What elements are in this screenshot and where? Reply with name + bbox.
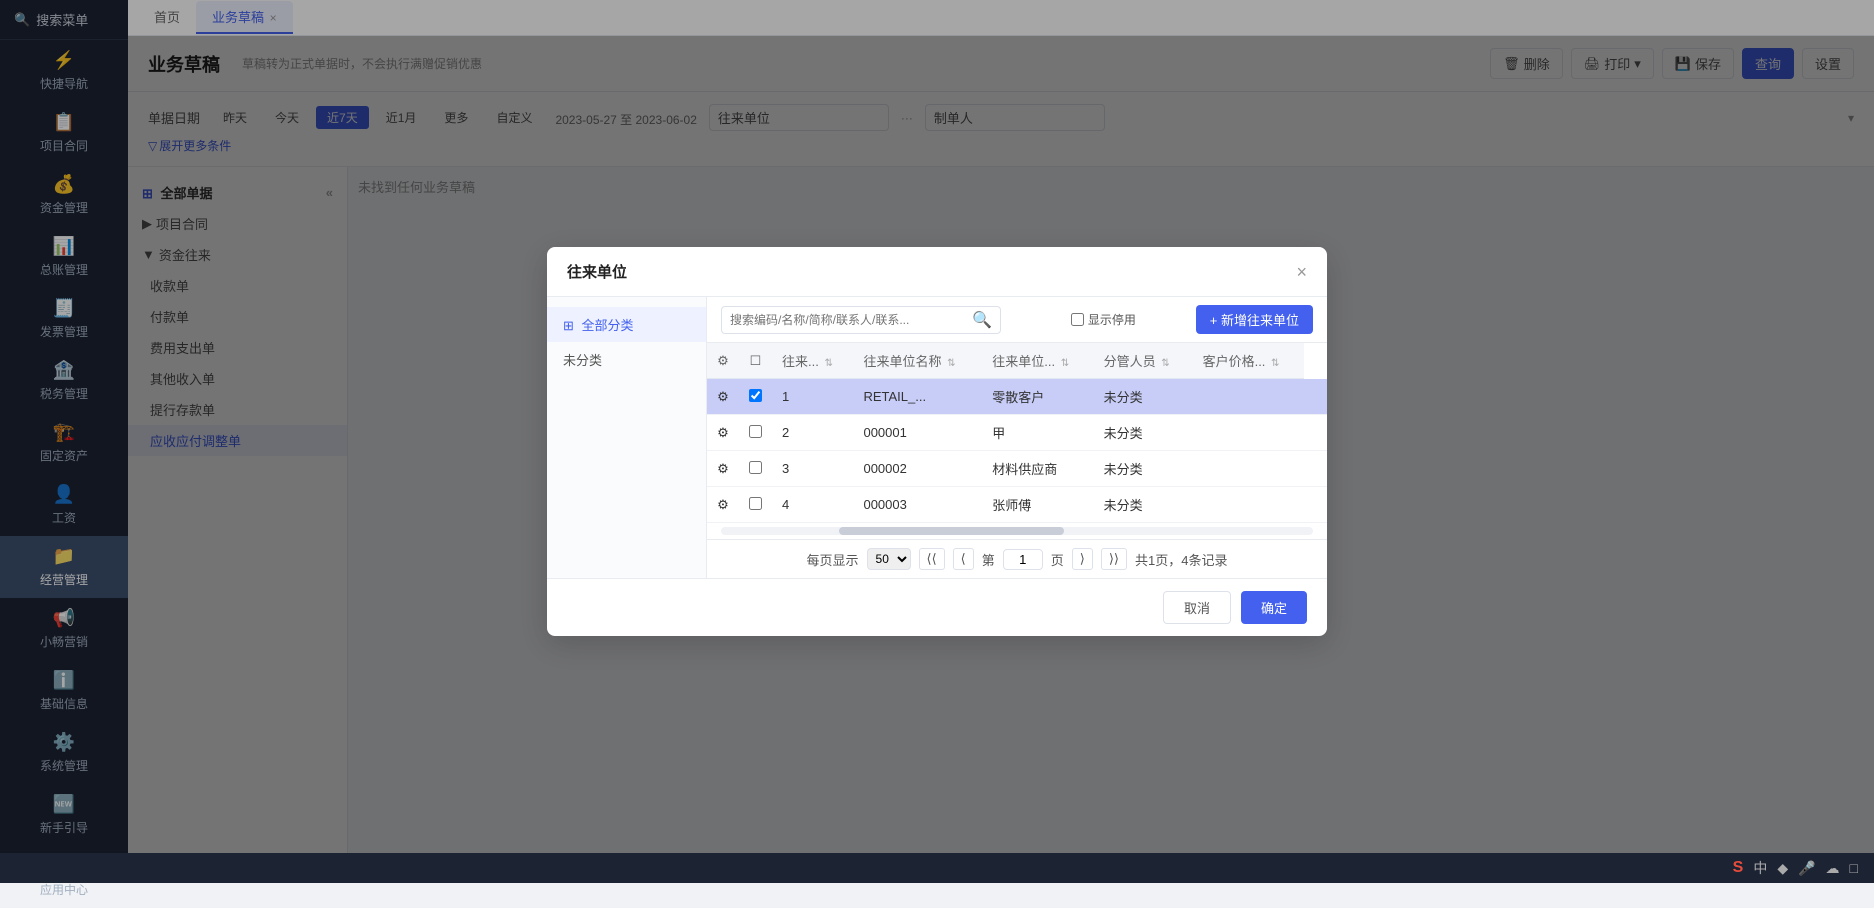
col-person[interactable]: 分管人员 ⇅ xyxy=(1094,343,1193,379)
col-check[interactable]: ☐ xyxy=(739,343,772,379)
row-price-level xyxy=(1304,379,1327,415)
sort-icon-name: ⇅ xyxy=(947,358,955,369)
sort-icon-person: ⇅ xyxy=(1161,358,1169,369)
row-no: 4 xyxy=(772,487,853,523)
modal-left-subitem-label: 未分类 xyxy=(563,353,602,368)
row-code: 000003 xyxy=(853,487,982,523)
table-row[interactable]: ⚙ 3 000002 材料供应商 未分类 xyxy=(707,451,1327,487)
row-name: 甲 xyxy=(982,415,1093,451)
row-name: 零散客户 xyxy=(982,379,1093,415)
bottom-icon-s[interactable]: S xyxy=(1733,859,1744,877)
row-price-level xyxy=(1304,487,1327,523)
bottom-icon-window[interactable]: □ xyxy=(1850,860,1858,876)
row-checkbox[interactable] xyxy=(739,451,772,487)
page-first-button[interactable]: ⟨⟨ xyxy=(919,548,945,570)
counterparty-table: ⚙ ☐ 往来... ⇅ 往来单位名称 ⇅ xyxy=(707,343,1327,523)
bottom-icon-mic[interactable]: 🎤 xyxy=(1798,860,1815,877)
col-price-level[interactable]: 客户价格... ⇅ xyxy=(1193,343,1304,379)
page-last-button[interactable]: ⟩⟩ xyxy=(1101,548,1127,570)
table-row[interactable]: ⚙ 2 000001 甲 未分类 xyxy=(707,415,1327,451)
bottom-bar: S 中 ◆ 🎤 ☁ □ xyxy=(0,853,1874,883)
modal-toolbar: 🔍 显示停用 + 新增往来单位 xyxy=(707,297,1327,343)
row-name: 张师傅 xyxy=(982,487,1093,523)
modal-pagination: 每页显示 50 ⟨⟨ ⟨ 第 页 ⟩ ⟩⟩ 共1页，4条记录 xyxy=(707,539,1327,578)
modal-left-item-all[interactable]: ⊞ 全部分类 xyxy=(547,307,706,342)
per-page-select[interactable]: 50 xyxy=(867,548,911,570)
row-checkbox[interactable] xyxy=(739,415,772,451)
row-category: 未分类 xyxy=(1094,379,1193,415)
row-no: 1 xyxy=(772,379,853,415)
modal-footer: 取消 确定 xyxy=(547,578,1327,636)
bullet-icon: ⊞ xyxy=(563,318,574,333)
row-settings[interactable]: ⚙ xyxy=(707,487,739,523)
col-code[interactable]: 往来... ⇅ xyxy=(772,343,853,379)
new-counterparty-button[interactable]: + 新增往来单位 xyxy=(1196,305,1313,334)
row-settings[interactable]: ⚙ xyxy=(707,415,739,451)
bottom-icon-lang[interactable]: 中 xyxy=(1753,858,1767,878)
cancel-button[interactable]: 取消 xyxy=(1163,591,1231,624)
page-input[interactable] xyxy=(1003,549,1043,570)
total-label: 共1页，4条记录 xyxy=(1135,550,1227,569)
row-checkbox[interactable] xyxy=(739,487,772,523)
show-disabled-label: 显示停用 xyxy=(1088,311,1136,328)
row-price-level xyxy=(1304,415,1327,451)
row-settings[interactable]: ⚙ xyxy=(707,451,739,487)
row-no: 3 xyxy=(772,451,853,487)
counterparty-modal: 往来单位 × ⊞ 全部分类 未分类 🔍 xyxy=(547,247,1327,636)
modal-title: 往来单位 xyxy=(567,261,627,282)
modal-overlay: 往来单位 × ⊞ 全部分类 未分类 🔍 xyxy=(0,0,1874,883)
modal-left-panel: ⊞ 全部分类 未分类 xyxy=(547,297,707,578)
row-code: 000002 xyxy=(853,451,982,487)
page-label: 第 xyxy=(982,550,995,569)
row-price-level xyxy=(1304,451,1327,487)
modal-search-box[interactable]: 🔍 xyxy=(721,306,1001,334)
table-header-row: ⚙ ☐ 往来... ⇅ 往来单位名称 ⇅ xyxy=(707,343,1327,379)
row-person xyxy=(1193,415,1304,451)
bottom-icon-diamond[interactable]: ◆ xyxy=(1777,860,1788,877)
page-suffix: 页 xyxy=(1051,550,1064,569)
page-prev-button[interactable]: ⟨ xyxy=(953,548,974,570)
row-settings[interactable]: ⚙ xyxy=(707,379,739,415)
table-row[interactable]: ⚙ 4 000003 张师傅 未分类 xyxy=(707,487,1327,523)
row-category: 未分类 xyxy=(1094,451,1193,487)
show-disabled-checkbox[interactable] xyxy=(1071,313,1084,326)
row-code: RETAIL_... xyxy=(853,379,982,415)
table-row[interactable]: ⚙ 1 RETAIL_... 零散客户 未分类 xyxy=(707,379,1327,415)
row-category: 未分类 xyxy=(1094,415,1193,451)
modal-close-button[interactable]: × xyxy=(1296,263,1307,281)
row-person xyxy=(1193,451,1304,487)
sort-icon-code: ⇅ xyxy=(824,358,832,369)
bottom-icon-cloud[interactable]: ☁ xyxy=(1826,860,1840,877)
row-category: 未分类 xyxy=(1094,487,1193,523)
col-settings[interactable]: ⚙ xyxy=(707,343,739,379)
row-person xyxy=(1193,487,1304,523)
show-disabled-toggle[interactable]: 显示停用 xyxy=(1071,311,1136,328)
modal-left-item-label: 全部分类 xyxy=(582,318,634,333)
modal-left-item-unclassified[interactable]: 未分类 xyxy=(547,342,706,377)
row-code: 000001 xyxy=(853,415,982,451)
col-name[interactable]: 往来单位名称 ⇅ xyxy=(853,343,982,379)
scrollbar-thumb xyxy=(839,527,1064,535)
modal-search-input[interactable] xyxy=(730,313,966,327)
per-page-label: 每页显示 xyxy=(807,550,859,569)
modal-search-icon: 🔍 xyxy=(972,310,992,330)
modal-header: 往来单位 × xyxy=(547,247,1327,297)
col-category[interactable]: 往来单位... ⇅ xyxy=(982,343,1093,379)
row-name: 材料供应商 xyxy=(982,451,1093,487)
modal-table: ⚙ ☐ 往来... ⇅ 往来单位名称 ⇅ xyxy=(707,343,1327,523)
modal-right-panel: 🔍 显示停用 + 新增往来单位 ⚙ ☐ xyxy=(707,297,1327,578)
page-next-button[interactable]: ⟩ xyxy=(1072,548,1093,570)
row-no: 2 xyxy=(772,415,853,451)
row-checkbox[interactable] xyxy=(739,379,772,415)
modal-body: ⊞ 全部分类 未分类 🔍 显示停用 xyxy=(547,297,1327,578)
sort-icon-category: ⇅ xyxy=(1061,358,1069,369)
row-person xyxy=(1193,379,1304,415)
sidebar-item-label: 应用中心 xyxy=(40,881,88,898)
modal-scrollbar[interactable] xyxy=(721,527,1313,535)
sort-icon-price: ⇅ xyxy=(1271,358,1279,369)
confirm-button[interactable]: 确定 xyxy=(1241,591,1307,624)
